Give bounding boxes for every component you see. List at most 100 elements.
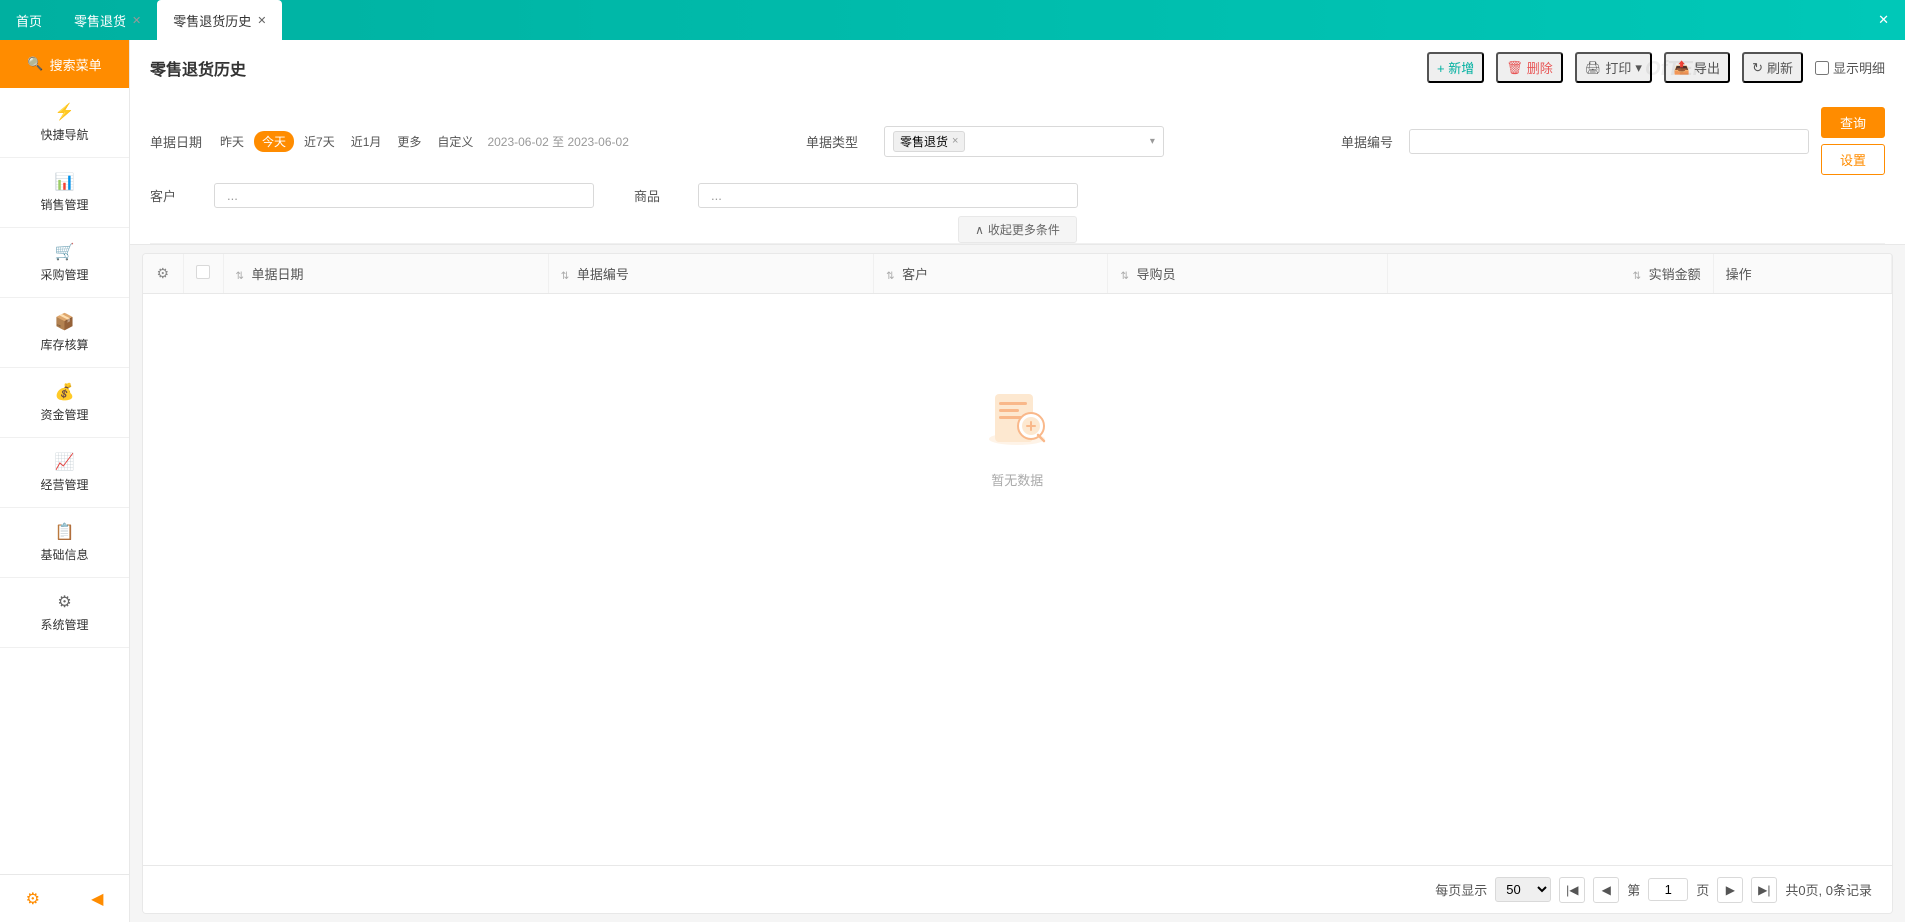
- collapse-label: 收起更多条件: [988, 221, 1060, 238]
- date-btn-custom[interactable]: 自定义: [431, 131, 479, 152]
- page-last-btn[interactable]: ▶|: [1751, 877, 1777, 903]
- table-header: ⚙ ⇅ 单据日期 ⇅ 单据编号: [143, 254, 1892, 294]
- col-customer[interactable]: ⇅ 客户: [874, 254, 1108, 294]
- bill-date-sort: ⇅: [236, 271, 244, 282]
- collapse-sidebar-icon[interactable]: ◀: [91, 889, 103, 909]
- page-current-input[interactable]: [1648, 878, 1688, 901]
- system-icon: ⚙: [55, 592, 75, 612]
- filter-row-2: 客户 ... 商品 ...: [150, 183, 1885, 208]
- export-icon: 📤: [1674, 60, 1690, 76]
- goods-label: 商品: [634, 186, 694, 205]
- table-body: 暂无数据: [143, 294, 1892, 570]
- delete-button[interactable]: 🗑 删除: [1496, 52, 1563, 83]
- sidebar-search-label: 搜索菜单: [50, 55, 102, 74]
- delete-label: 删除: [1527, 58, 1553, 77]
- customer-input[interactable]: ...: [214, 183, 594, 208]
- new-button[interactable]: + 新增: [1427, 52, 1484, 83]
- date-btn-today[interactable]: 今天: [254, 131, 294, 152]
- collapse-row: ∧ 收起更多条件: [150, 216, 1885, 243]
- print-dropdown-icon: ▾: [1635, 60, 1642, 76]
- date-btn-7days[interactable]: 近7天: [298, 131, 341, 152]
- sidebar-item-quick-nav[interactable]: ⚡ 快捷导航: [0, 88, 129, 158]
- tab-home-label: 首页: [16, 11, 42, 30]
- sidebar-item-system[interactable]: ⚙ 系统管理: [0, 578, 129, 648]
- collapse-button[interactable]: ∧ 收起更多条件: [958, 216, 1077, 243]
- customer-sort: ⇅: [886, 271, 894, 282]
- content-area: 零售退货历史 + 新增 🗑 删除 🖨 打印 ▾ 📤 导出: [130, 40, 1905, 922]
- col-settings[interactable]: ⚙: [143, 254, 183, 294]
- col-bill-date-label: 单据日期: [252, 267, 304, 282]
- query-button[interactable]: 查询: [1821, 107, 1885, 138]
- goods-ellipsis: ...: [711, 188, 722, 203]
- display-toggle-checkbox[interactable]: [1815, 61, 1829, 75]
- page-header: 零售退货历史 + 新增 🗑 删除 🖨 打印 ▾ 📤 导出: [130, 40, 1905, 245]
- print-icon: 🖨: [1585, 60, 1602, 76]
- collapse-up-icon: ∧: [975, 223, 984, 237]
- table-settings-icon[interactable]: ⚙: [156, 265, 169, 281]
- select-all-checkbox[interactable]: [196, 265, 210, 279]
- delete-icon: 🗑: [1506, 60, 1523, 76]
- tab-retail-return-label: 零售退货: [74, 11, 126, 30]
- top-bar-right-close[interactable]: ✕: [1878, 12, 1889, 28]
- page-size-select[interactable]: 50 20 100: [1495, 877, 1551, 902]
- top-bar: 首页 零售退货 ✕ 零售退货历史 ✕ ✕: [0, 0, 1905, 40]
- col-operation: 操作: [1713, 254, 1891, 294]
- display-toggle[interactable]: 显示明细: [1815, 58, 1885, 77]
- col-bill-no[interactable]: ⇅ 单据编号: [548, 254, 873, 294]
- tab-retail-return[interactable]: 零售退货 ✕: [58, 0, 157, 40]
- date-filter-label: 单据日期: [150, 132, 210, 151]
- col-bill-no-label: 单据编号: [577, 267, 629, 282]
- page-size-label: 每页显示: [1435, 880, 1487, 899]
- col-checkbox[interactable]: [183, 254, 223, 294]
- col-amount[interactable]: ⇅ 实销金额: [1388, 254, 1713, 294]
- table-scroll-area[interactable]: ⚙ ⇅ 单据日期 ⇅ 单据编号: [143, 254, 1892, 865]
- date-btn-1month[interactable]: 近1月: [345, 131, 388, 152]
- col-guide[interactable]: ⇅ 导购员: [1108, 254, 1388, 294]
- amount-sort: ⇅: [1633, 271, 1641, 282]
- sidebar-bottom: ⚙ ◀: [0, 874, 129, 922]
- sidebar-item-finance[interactable]: 💰 资金管理: [0, 368, 129, 438]
- page-prev-btn[interactable]: ◀: [1593, 877, 1619, 903]
- print-button[interactable]: 🖨 打印 ▾: [1575, 52, 1652, 83]
- sidebar-item-inventory[interactable]: 📦 库存核算: [0, 298, 129, 368]
- bill-type-label: 单据类型: [806, 132, 876, 151]
- refresh-button[interactable]: ↻ 刷新: [1742, 52, 1803, 83]
- date-btn-yesterday[interactable]: 昨天: [214, 131, 250, 152]
- sidebar-search[interactable]: 🔍 搜索菜单: [0, 40, 129, 88]
- tab-retail-return-close[interactable]: ✕: [132, 14, 141, 27]
- date-btn-more[interactable]: 更多: [391, 131, 427, 152]
- bill-no-input[interactable]: [1409, 129, 1809, 154]
- sidebar-item-purchase[interactable]: 🛒 采购管理: [0, 228, 129, 298]
- page-first-btn[interactable]: |◀: [1559, 877, 1585, 903]
- sidebar-item-sales[interactable]: 📊 销售管理: [0, 158, 129, 228]
- bill-type-tag-value: 零售退货: [900, 133, 948, 150]
- table-header-row: ⚙ ⇅ 单据日期 ⇅ 单据编号: [143, 254, 1892, 294]
- sidebar-item-operations[interactable]: 📈 经营管理: [0, 438, 129, 508]
- bill-no-sort: ⇅: [561, 271, 569, 282]
- filter-row-1: 单据日期 昨天 今天 近7天 近1月 更多 自定义 2023-06-02 至 2…: [150, 107, 1885, 175]
- filter-area: 单据日期 昨天 今天 近7天 近1月 更多 自定义 2023-06-02 至 2…: [150, 95, 1885, 244]
- finance-icon: 💰: [55, 382, 75, 402]
- tab-retail-return-history[interactable]: 零售退货历史 ✕: [157, 0, 282, 40]
- col-bill-date[interactable]: ⇅ 单据日期: [223, 254, 548, 294]
- tab-home[interactable]: 首页: [0, 0, 58, 40]
- date-filter-btns: 昨天 今天 近7天 近1月 更多 自定义: [214, 131, 479, 152]
- display-toggle-label: 显示明细: [1833, 58, 1885, 77]
- purchase-icon: 🛒: [55, 242, 75, 262]
- page-total-label: 共0页, 0条记录: [1785, 880, 1872, 899]
- page-next-btn[interactable]: ▶: [1717, 877, 1743, 903]
- bill-type-tag-close[interactable]: ×: [952, 135, 958, 147]
- tab-retail-return-history-close[interactable]: ✕: [257, 14, 266, 27]
- export-button[interactable]: 📤 导出: [1664, 52, 1730, 83]
- sidebar-item-system-label: 系统管理: [40, 616, 88, 633]
- empty-area: 暂无数据: [143, 294, 1892, 569]
- goods-input[interactable]: ...: [698, 183, 1078, 208]
- empty-icon: [977, 374, 1057, 454]
- sidebar-item-basic-info[interactable]: 📋 基础信息: [0, 508, 129, 578]
- bill-type-select[interactable]: 零售退货 × ▾: [884, 126, 1164, 157]
- settings-bottom-icon[interactable]: ⚙: [26, 889, 40, 909]
- sales-icon: 📊: [55, 172, 75, 192]
- bill-type-tag: 零售退货 ×: [893, 131, 965, 152]
- settings-button[interactable]: 设置: [1821, 144, 1885, 175]
- toolbar: + 新增 🗑 删除 🖨 打印 ▾ 📤 导出 ↻: [1427, 52, 1885, 83]
